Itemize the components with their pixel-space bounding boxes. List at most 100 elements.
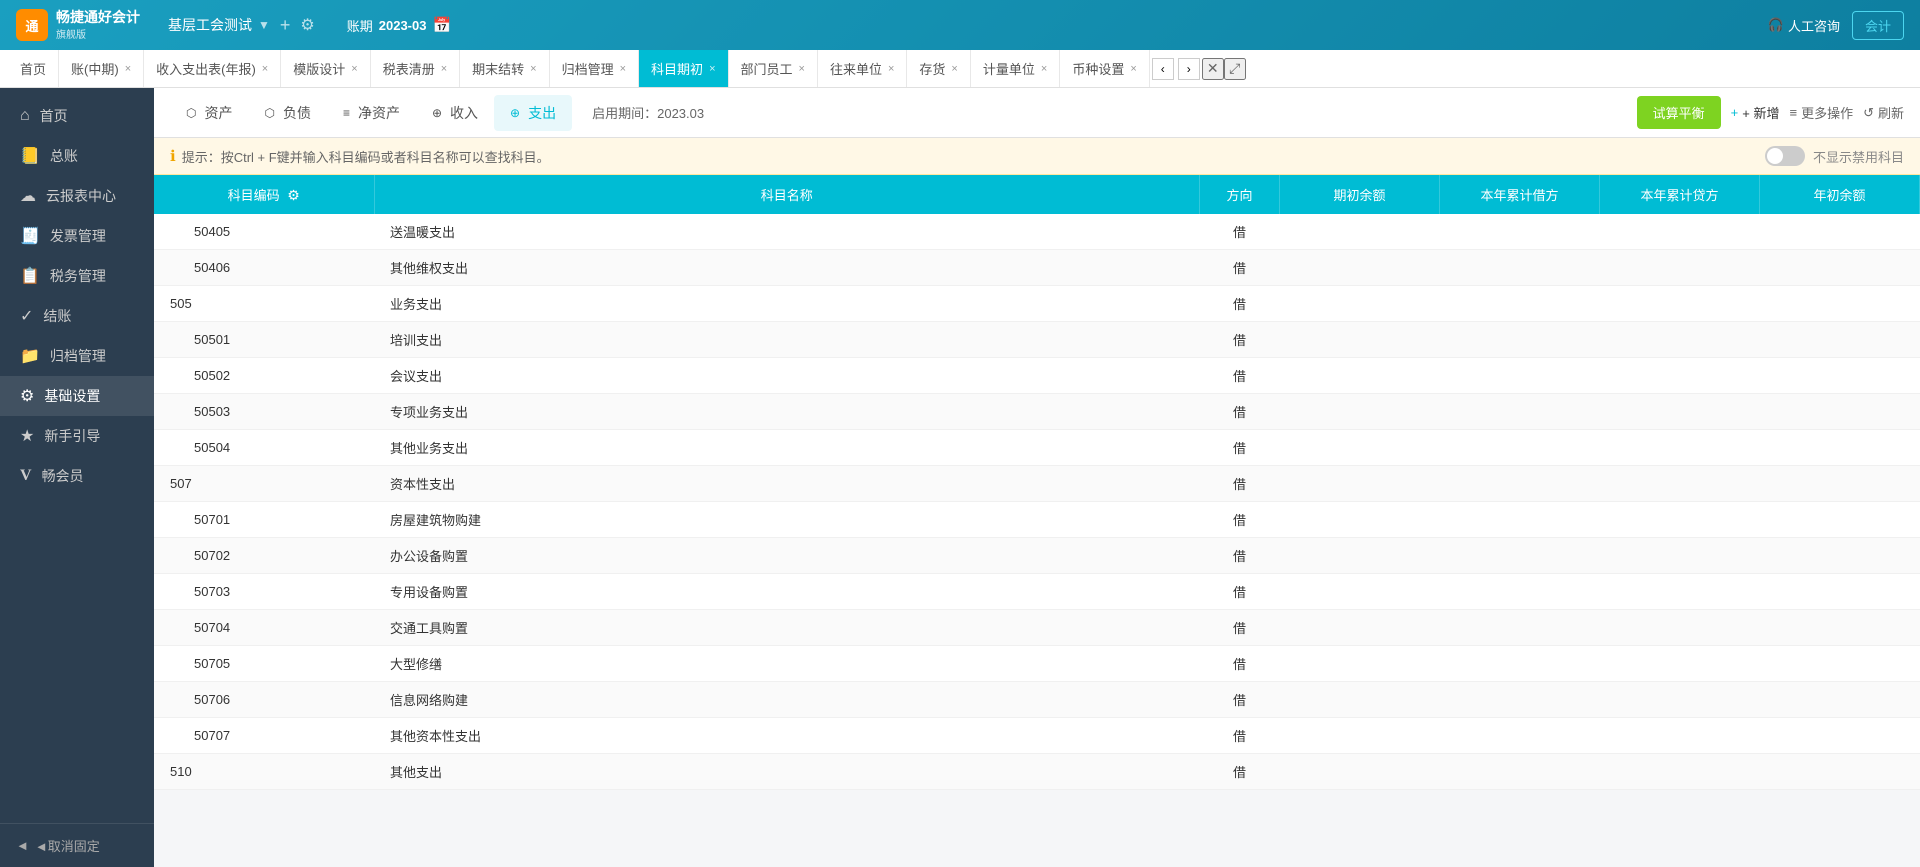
table-row[interactable]: 50405 送温暖支出 借 (154, 214, 1920, 250)
tab-next-button[interactable]: › (1178, 58, 1200, 80)
home-icon: ⌂ (20, 107, 30, 125)
tab-close-icon[interactable]: × (799, 63, 805, 75)
cell-balance (1280, 502, 1440, 538)
tab-template[interactable]: 模版设计 × (281, 50, 370, 88)
cell-name: 信息网络购建 (374, 682, 1200, 718)
tab-close-icon[interactable]: × (530, 63, 536, 75)
sidebar-item-close-accounts[interactable]: ✓ 结账 (0, 296, 154, 336)
header-right: 🎧 人工咨询 会计 (1768, 11, 1904, 40)
cell-debit (1440, 250, 1600, 286)
cell-init (1760, 430, 1920, 466)
table-row[interactable]: 50504 其他业务支出 借 (154, 430, 1920, 466)
cell-code: 50706 (154, 682, 374, 718)
cell-name: 其他维权支出 (374, 250, 1200, 286)
sidebar-item-tax[interactable]: 📋 税务管理 (0, 256, 154, 296)
sidebar-item-guide[interactable]: ★ 新手引导 (0, 416, 154, 456)
tab-home[interactable]: 首页 (8, 50, 59, 88)
tab-close-icon[interactable]: × (951, 63, 957, 75)
accountant-button[interactable]: 会计 (1852, 11, 1904, 40)
sidebar-pin-toggle[interactable]: ◄ ◄取消固定 (0, 823, 154, 867)
tab-contacts[interactable]: 往来单位 × (818, 50, 907, 88)
tab-close-icon[interactable]: × (1041, 63, 1047, 75)
tab-label: 模版设计 (293, 59, 345, 78)
settings-icon[interactable]: ⚙ (300, 15, 314, 35)
tab-close-icon[interactable]: × (351, 63, 357, 75)
table-row[interactable]: 50707 其他资本性支出 借 (154, 718, 1920, 754)
col-header-name: 科目名称 (374, 175, 1200, 214)
sub-tab-liability[interactable]: ⬡ 负债 (248, 95, 326, 131)
sub-tab-net-asset[interactable]: ≡ 净资产 (327, 95, 416, 131)
table-row[interactable]: 50501 培训支出 借 (154, 322, 1920, 358)
tab-close-icon[interactable]: × (262, 63, 268, 75)
tab-archive[interactable]: 归档管理 × (550, 50, 639, 88)
table-row[interactable]: 50702 办公设备购置 借 (154, 538, 1920, 574)
table-row[interactable]: 505 业务支出 借 (154, 286, 1920, 322)
sub-tab-asset[interactable]: ⬡ 资产 (170, 95, 248, 131)
logo-area: 通 畅捷通好会计 旗舰版 (16, 9, 156, 41)
refresh-button[interactable]: ↺ 刷新 (1863, 103, 1904, 122)
table-row[interactable]: 50704 交通工具购置 借 (154, 610, 1920, 646)
sidebar-item-settings[interactable]: ⚙ 基础设置 (0, 376, 154, 416)
table-row[interactable]: 50503 专项业务支出 借 (154, 394, 1920, 430)
tab-unit[interactable]: 计量单位 × (971, 50, 1060, 88)
cell-dir: 借 (1200, 574, 1280, 610)
table-row[interactable]: 50701 房屋建筑物购建 借 (154, 502, 1920, 538)
more-actions-button[interactable]: ≡ 更多操作 (1789, 103, 1853, 122)
table-row[interactable]: 50502 会议支出 借 (154, 358, 1920, 394)
tab-close-icon[interactable]: × (709, 63, 715, 75)
table-row[interactable]: 50406 其他维权支出 借 (154, 250, 1920, 286)
tab-currency[interactable]: 币种设置 × (1060, 50, 1149, 88)
sidebar-item-home[interactable]: ⌂ 首页 (0, 96, 154, 136)
expense-icon: ⊕ (510, 106, 520, 120)
table-row[interactable]: 507 资本性支出 借 (154, 466, 1920, 502)
tab-close-icon[interactable]: × (620, 63, 626, 75)
cell-code: 50704 (154, 610, 374, 646)
table-row[interactable]: 50706 信息网络购建 借 (154, 682, 1920, 718)
company-dropdown-icon[interactable]: ▼ (258, 18, 270, 32)
tab-tax-list[interactable]: 税表清册 × (371, 50, 460, 88)
app-logo-icon: 通 (16, 9, 48, 41)
sidebar-item-ledger[interactable]: 📒 总账 (0, 136, 154, 176)
cell-name: 其他支出 (374, 754, 1200, 790)
tab-close-all-button[interactable]: ✕ (1202, 58, 1224, 80)
column-settings-icon[interactable]: ⚙ (287, 187, 300, 203)
tab-inventory[interactable]: 存货 × (907, 50, 970, 88)
tab-account-initial[interactable]: 科目期初 × (639, 50, 728, 88)
table-row[interactable]: 510 其他支出 借 (154, 754, 1920, 790)
sub-tab-expense[interactable]: ⊕ 支出 (494, 95, 572, 131)
company-name[interactable]: 基层工会测试 ▼ + ⚙ (168, 15, 315, 36)
tab-dept-staff[interactable]: 部门员工 × (729, 50, 818, 88)
cell-credit (1600, 682, 1760, 718)
table-row[interactable]: 50703 专用设备购置 借 (154, 574, 1920, 610)
tab-period-close[interactable]: 期末结转 × (460, 50, 549, 88)
tab-prev-button[interactable]: ‹ (1152, 58, 1174, 80)
tab-ledger-mid[interactable]: 账(中期) × (59, 50, 144, 88)
support-button[interactable]: 🎧 人工咨询 (1768, 16, 1840, 35)
sub-tab-income[interactable]: ⊕ 收入 (416, 95, 494, 131)
sidebar-item-archive[interactable]: 📁 归档管理 (0, 336, 154, 376)
tab-close-icon[interactable]: × (888, 63, 894, 75)
add-button[interactable]: + + 新增 (1731, 103, 1780, 122)
tab-income-annual[interactable]: 收入支出表(年报) × (144, 50, 281, 88)
cell-balance (1280, 214, 1440, 250)
calendar-icon[interactable]: 📅 (432, 16, 451, 34)
balance-button[interactable]: 试算平衡 (1637, 96, 1721, 129)
tab-maximize-button[interactable]: ⤢ (1224, 58, 1246, 80)
table-row[interactable]: 50705 大型修缮 借 (154, 646, 1920, 682)
sidebar-item-member[interactable]: V 畅会员 (0, 456, 154, 496)
cell-debit (1440, 502, 1600, 538)
tab-close-icon[interactable]: × (1130, 63, 1136, 75)
refresh-icon: ↺ (1863, 105, 1874, 121)
tab-close-icon[interactable]: × (125, 63, 131, 75)
sidebar-item-reports[interactable]: ☁ 云报表中心 (0, 176, 154, 216)
sidebar-item-invoice[interactable]: 🧾 发票管理 (0, 216, 154, 256)
tab-close-icon[interactable]: × (441, 63, 447, 75)
sidebar-item-label: 畅会员 (42, 466, 84, 486)
cell-dir: 借 (1200, 538, 1280, 574)
guide-icon: ★ (20, 426, 34, 446)
add-company-icon[interactable]: + (280, 15, 291, 36)
table-scroll[interactable]: 科目编码 ⚙ 科目名称 方向 期初余额 本年累计借方 本年累计贷方 年初余额 (154, 175, 1920, 867)
disable-toggle[interactable] (1765, 146, 1805, 166)
toggle-label: 不显示禁用科目 (1813, 147, 1904, 166)
cell-dir: 借 (1200, 394, 1280, 430)
